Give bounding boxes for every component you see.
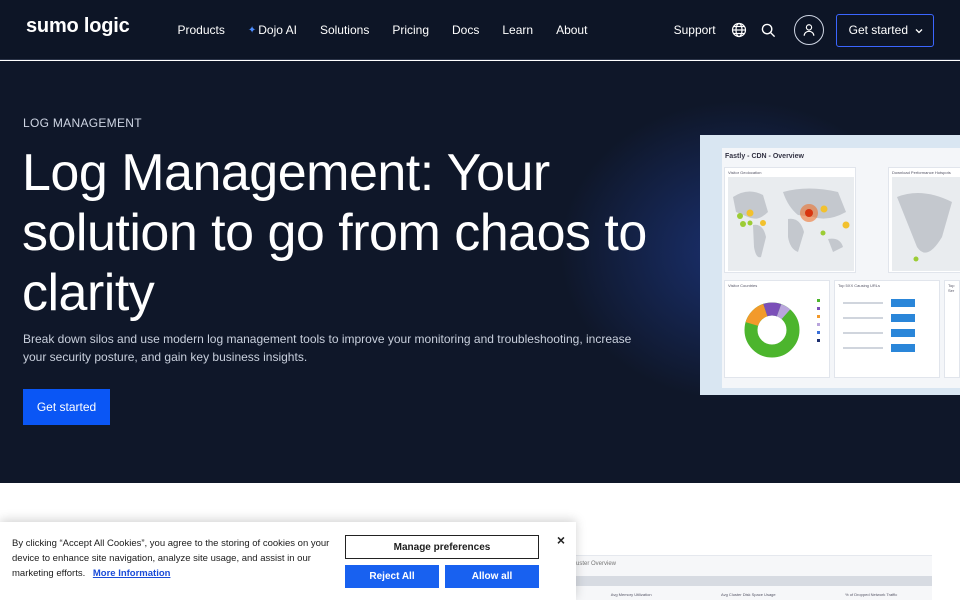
reject-all-button[interactable]: Reject All bbox=[345, 565, 439, 588]
panel-title: Visitor Geolocation bbox=[728, 170, 762, 175]
get-started-nav-label: Get started bbox=[848, 23, 908, 37]
hero-eyebrow: LOG MANAGEMENT bbox=[23, 116, 142, 130]
nav-learn[interactable]: Learn bbox=[491, 23, 545, 37]
nav-dojo-ai[interactable]: ✦ Dojo AI bbox=[236, 23, 308, 37]
nav-right: Support Get started bbox=[674, 0, 934, 60]
dashboard-screenshot: Fastly - CDN - Overview Visitor Geolocat… bbox=[700, 135, 960, 395]
donut-chart bbox=[744, 302, 800, 358]
allow-all-button[interactable]: Allow all bbox=[445, 565, 539, 588]
metric-label: Avg Cluster Disk Space Usage bbox=[721, 592, 776, 597]
metric-label: % of Dropped Network Traffic bbox=[845, 592, 898, 597]
dashboard-title: Fastly - CDN - Overview bbox=[725, 153, 804, 160]
cookie-banner: By clicking “Accept All Cookies”, you ag… bbox=[0, 522, 576, 600]
sumo-logic-logo[interactable]: sumo logic bbox=[26, 15, 130, 38]
nav-solutions[interactable]: Solutions bbox=[308, 23, 380, 37]
metric-label: Avg Memory Utilization bbox=[610, 592, 652, 597]
top-nav: sumo logic Products ✦ Dojo AI Solutions … bbox=[0, 0, 960, 60]
more-information-link[interactable]: More Information bbox=[93, 568, 171, 579]
hero-headline: Log Management: Your solution to go from… bbox=[22, 144, 647, 322]
user-icon[interactable] bbox=[793, 15, 824, 45]
globe-icon[interactable] bbox=[728, 19, 750, 41]
nav-products[interactable]: Products bbox=[166, 23, 236, 37]
panel-title: Top 5XX Causing URLs bbox=[838, 283, 881, 288]
dashboard-metric-labels: Avg Memory Utilization Avg Cluster Disk … bbox=[576, 592, 932, 597]
sparkle-icon: ✦ bbox=[247, 24, 257, 36]
nav-pricing[interactable]: Pricing bbox=[381, 23, 441, 37]
visitor-countries-panel: Visitor Countries bbox=[724, 280, 830, 378]
nav-about[interactable]: About bbox=[545, 23, 599, 37]
nav-docs[interactable]: Docs bbox=[441, 23, 491, 37]
visitor-geolocation-panel: Visitor Geolocation bbox=[724, 167, 856, 273]
get-started-nav-button[interactable]: Get started bbox=[835, 13, 934, 47]
top-5xx-urls-panel: Top 5XX Causing URLs bbox=[834, 280, 940, 378]
region-map-image bbox=[892, 177, 960, 271]
search-icon[interactable] bbox=[758, 19, 780, 41]
support-link[interactable]: Support bbox=[674, 23, 716, 37]
panel-title: Top Ser bbox=[948, 283, 955, 293]
nav-links: Products ✦ Dojo AI Solutions Pricing Doc… bbox=[166, 0, 599, 60]
hero-get-started-button[interactable]: Get started bbox=[23, 389, 110, 425]
dashboard-header-bar bbox=[576, 576, 932, 586]
chevron-down-icon bbox=[915, 23, 923, 37]
cookie-text: By clicking “Accept All Cookies”, you ag… bbox=[12, 536, 337, 581]
manage-preferences-button[interactable]: Manage preferences bbox=[345, 535, 539, 559]
cookie-message: By clicking “Accept All Cookies”, you ag… bbox=[12, 538, 330, 579]
download-performance-panel: Download Performance Hotspots bbox=[888, 167, 960, 273]
panel-title: Visitor Countries bbox=[728, 283, 758, 288]
hero-section: LOG MANAGEMENT Log Management: Your solu… bbox=[0, 61, 960, 483]
close-icon[interactable]: × bbox=[553, 532, 569, 548]
panel-title: Download Performance Hotspots bbox=[892, 170, 951, 175]
dashboard-frame: Fastly - CDN - Overview Visitor Geolocat… bbox=[722, 148, 960, 388]
nav-dojo-ai-label: Dojo AI bbox=[258, 23, 297, 37]
cluster-dashboard-title: uster Overview bbox=[576, 561, 617, 567]
world-map-image bbox=[728, 177, 854, 271]
hero-subtext: Break down silos and use modern log mana… bbox=[23, 332, 632, 364]
donut-legend bbox=[817, 299, 823, 342]
top-ser-panel: Top Ser bbox=[944, 280, 960, 378]
cluster-dashboard-screenshot: uster Overview Avg Memory Utilization Av… bbox=[560, 555, 932, 600]
